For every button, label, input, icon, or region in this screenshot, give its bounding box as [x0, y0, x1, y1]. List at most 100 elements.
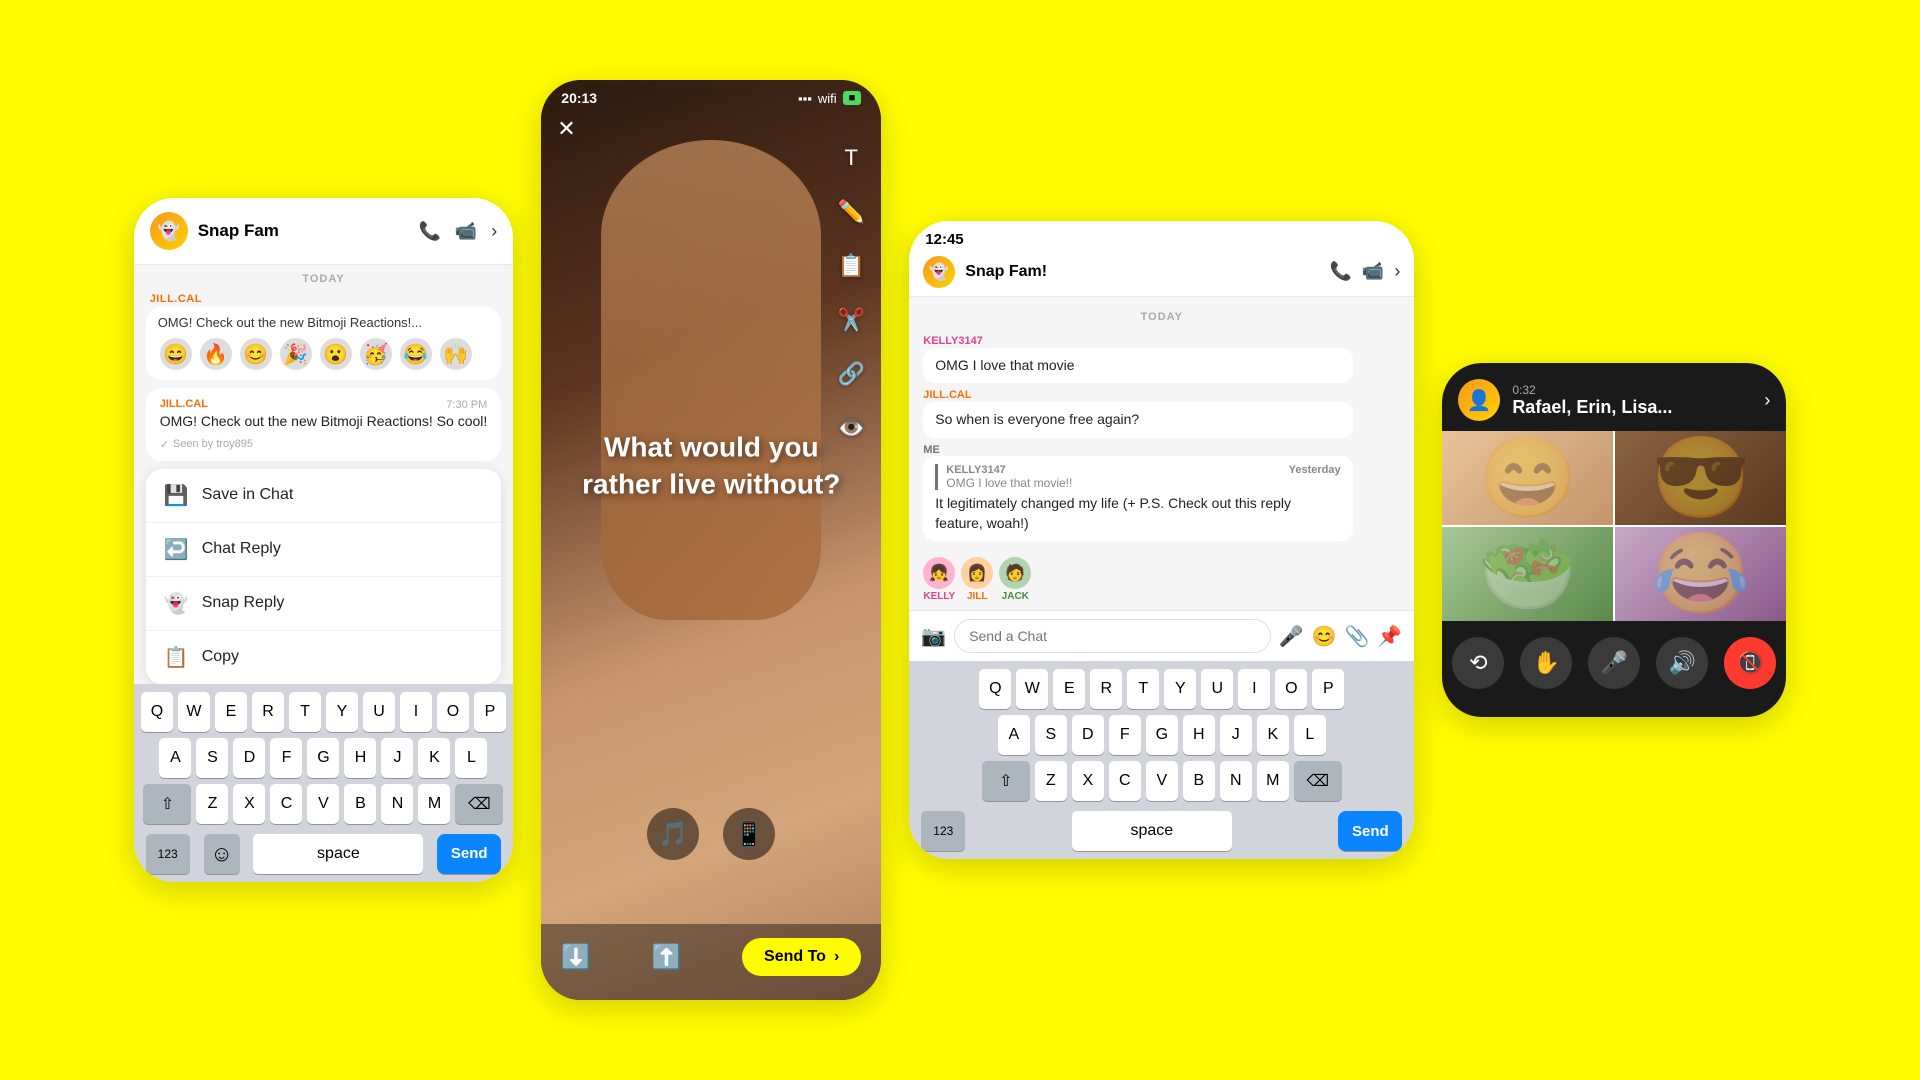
key-r[interactable]: R: [252, 692, 284, 732]
key-u[interactable]: U: [363, 692, 395, 732]
phone-icon[interactable]: 📱: [723, 808, 775, 860]
key-q[interactable]: Q: [141, 692, 173, 732]
ck-l[interactable]: L: [1294, 715, 1326, 755]
key-k[interactable]: K: [418, 738, 450, 778]
chat-reply-option[interactable]: ↩️ Chat Reply: [146, 523, 502, 577]
key-i[interactable]: I: [400, 692, 432, 732]
ck-t[interactable]: T: [1127, 669, 1159, 709]
ck-send[interactable]: Send: [1338, 811, 1402, 851]
key-c[interactable]: C: [270, 784, 302, 824]
ck-shift[interactable]: ⇧: [982, 761, 1030, 801]
snap-close-button[interactable]: ✕: [557, 116, 575, 142]
key-l[interactable]: L: [455, 738, 487, 778]
chat-text-input[interactable]: [954, 619, 1271, 653]
music-note-icon[interactable]: 🎵: [647, 808, 699, 860]
snap-reply-icon: 👻: [164, 591, 188, 616]
send-to-button[interactable]: Send To ›: [742, 938, 861, 976]
end-call-button[interactable]: 📵: [1724, 637, 1776, 689]
chat-keyboard-bottom: 123 space Send: [913, 807, 1410, 855]
ck-c[interactable]: C: [1109, 761, 1141, 801]
ck-i[interactable]: I: [1238, 669, 1270, 709]
mute-mic-button[interactable]: 🎤: [1588, 637, 1640, 689]
ck-m[interactable]: M: [1257, 761, 1289, 801]
key-a[interactable]: A: [159, 738, 191, 778]
key-shift[interactable]: ⇧: [143, 784, 191, 824]
switch-camera-button[interactable]: ⟲: [1452, 637, 1504, 689]
hand-raise-button[interactable]: ✋: [1520, 637, 1572, 689]
key-x[interactable]: X: [233, 784, 265, 824]
ck-j[interactable]: J: [1220, 715, 1252, 755]
ck-g[interactable]: G: [1146, 715, 1178, 755]
save-in-chat-option[interactable]: 💾 Save in Chat: [146, 469, 502, 523]
copy-option[interactable]: 📋 Copy: [146, 631, 502, 684]
ck-r[interactable]: R: [1090, 669, 1122, 709]
key-f[interactable]: F: [270, 738, 302, 778]
ck-k[interactable]: K: [1257, 715, 1289, 755]
key-s[interactable]: S: [196, 738, 228, 778]
ck-w[interactable]: W: [1016, 669, 1048, 709]
key-h[interactable]: H: [344, 738, 376, 778]
emoji-picker-icon[interactable]: 😊: [1312, 624, 1337, 649]
key-v[interactable]: V: [307, 784, 339, 824]
key-g[interactable]: G: [307, 738, 339, 778]
expand-button[interactable]: ›: [491, 221, 497, 242]
video-call-button[interactable]: 📹: [455, 221, 477, 242]
ck-q[interactable]: Q: [979, 669, 1011, 709]
ck-space[interactable]: space: [1072, 811, 1232, 851]
key-emoji[interactable]: ☺: [204, 834, 240, 874]
ck-x[interactable]: X: [1072, 761, 1104, 801]
share-icon[interactable]: ⬆️: [652, 943, 682, 972]
key-b[interactable]: B: [344, 784, 376, 824]
link-tool-icon[interactable]: 🔗: [833, 356, 869, 392]
ck-y[interactable]: Y: [1164, 669, 1196, 709]
me-sender-label: ME: [923, 444, 1400, 456]
chat-call-button[interactable]: 📞: [1329, 261, 1351, 282]
key-send[interactable]: Send: [437, 834, 501, 874]
key-w[interactable]: W: [178, 692, 210, 732]
ck-z[interactable]: Z: [1035, 761, 1067, 801]
key-delete[interactable]: ⌫: [455, 784, 503, 824]
camera-icon[interactable]: 📷: [921, 624, 946, 649]
key-123[interactable]: 123: [146, 834, 190, 874]
sticker-icon[interactable]: 📎: [1345, 624, 1370, 649]
key-t[interactable]: T: [289, 692, 321, 732]
keyboard-row-1: Q W E R T Y U I O P: [138, 692, 510, 732]
volume-button[interactable]: 🔊: [1656, 637, 1708, 689]
key-o[interactable]: O: [437, 692, 469, 732]
bitmoji-icon[interactable]: 📌: [1377, 624, 1402, 649]
download-icon[interactable]: ⬇️: [561, 943, 591, 972]
ck-u[interactable]: U: [1201, 669, 1233, 709]
ck-e[interactable]: E: [1053, 669, 1085, 709]
ck-f[interactable]: F: [1109, 715, 1141, 755]
key-p[interactable]: P: [474, 692, 506, 732]
key-z[interactable]: Z: [196, 784, 228, 824]
draw-tool-icon[interactable]: ✏️: [833, 194, 869, 230]
ck-a[interactable]: A: [998, 715, 1030, 755]
ck-v[interactable]: V: [1146, 761, 1178, 801]
chat-video-button[interactable]: 📹: [1362, 261, 1384, 282]
call-button[interactable]: 📞: [418, 221, 440, 242]
ck-p[interactable]: P: [1312, 669, 1344, 709]
key-j[interactable]: J: [381, 738, 413, 778]
ck-h[interactable]: H: [1183, 715, 1215, 755]
scissors-tool-icon[interactable]: ✂️: [833, 302, 869, 338]
key-n[interactable]: N: [381, 784, 413, 824]
ck-123[interactable]: 123: [921, 811, 965, 851]
chat-expand-button[interactable]: ›: [1394, 261, 1400, 282]
sticker-tool-icon[interactable]: 📋: [833, 248, 869, 284]
ck-d[interactable]: D: [1072, 715, 1104, 755]
ck-s[interactable]: S: [1035, 715, 1067, 755]
mic-icon[interactable]: 🎤: [1279, 624, 1304, 649]
ck-b[interactable]: B: [1183, 761, 1215, 801]
key-d[interactable]: D: [233, 738, 265, 778]
key-space[interactable]: space: [253, 834, 423, 874]
ck-n[interactable]: N: [1220, 761, 1252, 801]
snap-reply-option[interactable]: 👻 Snap Reply: [146, 577, 502, 631]
ck-delete[interactable]: ⌫: [1294, 761, 1342, 801]
key-m[interactable]: M: [418, 784, 450, 824]
text-tool-icon[interactable]: T: [833, 140, 869, 176]
call-expand-icon[interactable]: ›: [1764, 390, 1770, 411]
ck-o[interactable]: O: [1275, 669, 1307, 709]
key-e[interactable]: E: [215, 692, 247, 732]
key-y[interactable]: Y: [326, 692, 358, 732]
